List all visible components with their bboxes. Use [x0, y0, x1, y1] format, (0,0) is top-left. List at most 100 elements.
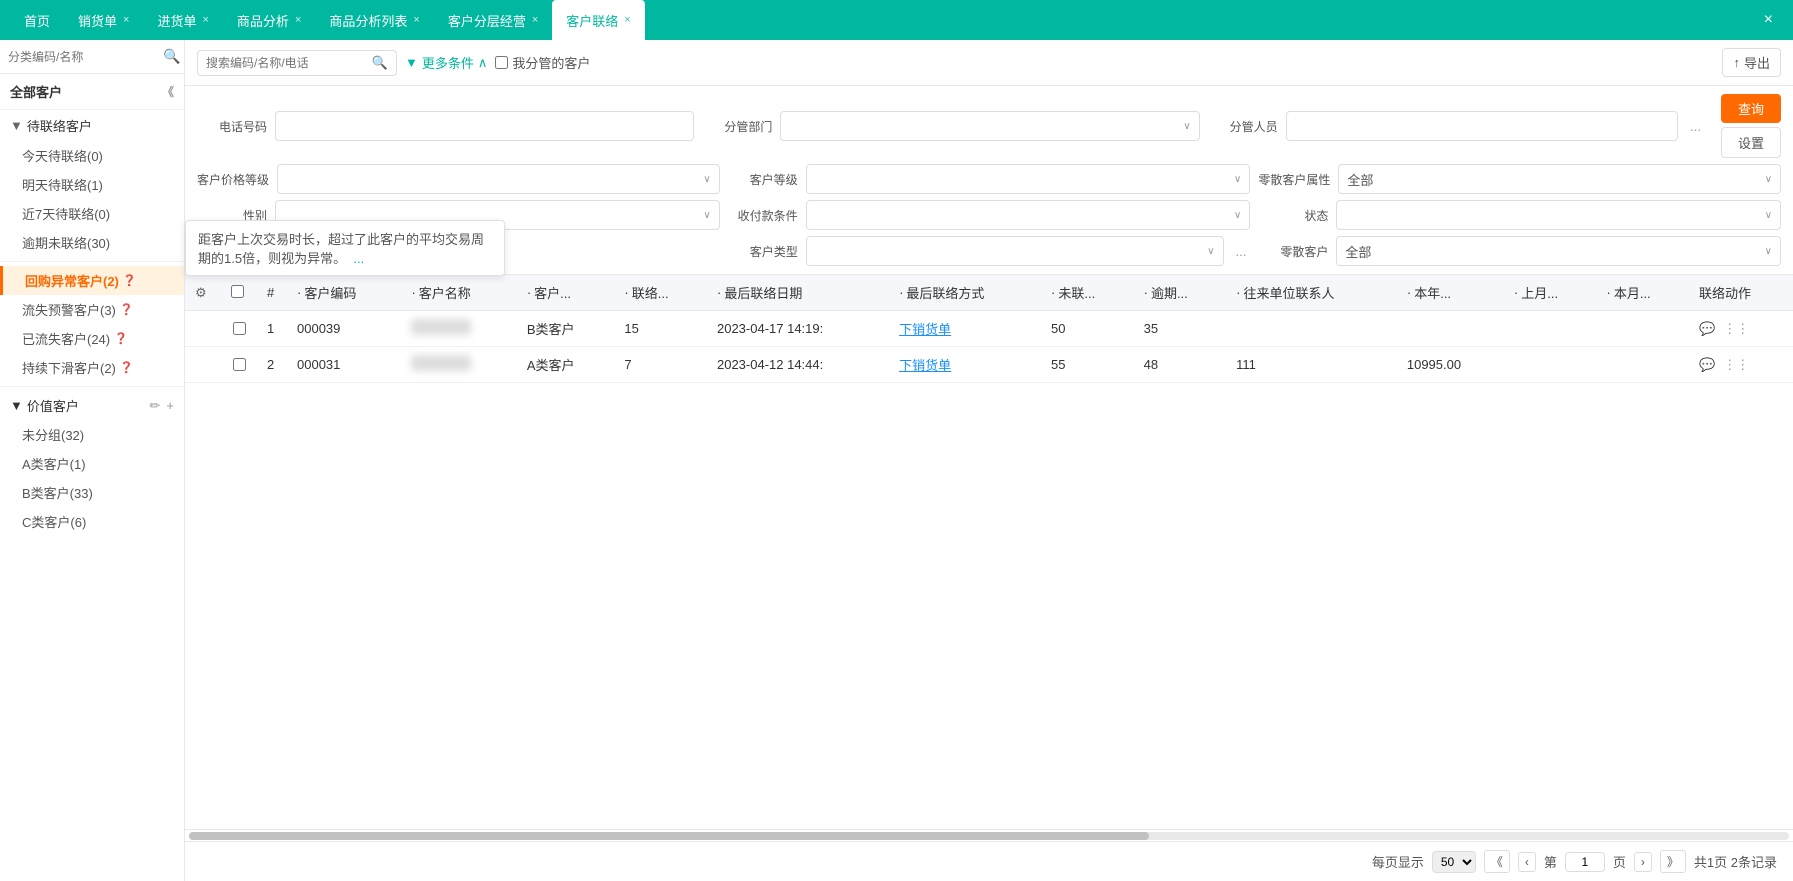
row2-code: 000031	[287, 347, 401, 383]
query-button[interactable]: 查询	[1721, 94, 1781, 123]
nav-home[interactable]: 首页	[10, 0, 64, 40]
close-goods-analysis-list-tab[interactable]: ×	[413, 14, 419, 26]
status-select[interactable]: ∨	[1336, 200, 1781, 230]
close-customer-tiering-tab[interactable]: ×	[532, 14, 538, 26]
chevron-down-icon: ∧	[478, 55, 488, 71]
close-customer-contact-tab[interactable]: ×	[624, 14, 630, 26]
column-settings-icon[interactable]: ⚙	[195, 285, 207, 300]
sidebar-search-icon[interactable]: 🔍	[163, 48, 180, 65]
row2-overdue: 48	[1134, 347, 1227, 383]
value-customers-add-icon[interactable]: +	[166, 398, 174, 414]
last-page-button[interactable]: 》	[1660, 850, 1686, 873]
tooltip-more-link[interactable]: ...	[353, 251, 364, 266]
row2-chat-icon[interactable]: 💬	[1699, 357, 1715, 373]
sidebar-collapse-button[interactable]: 《	[162, 83, 174, 100]
first-page-button[interactable]: 《	[1484, 850, 1510, 873]
help-icon-declining[interactable]: ❓	[120, 361, 134, 374]
my-customers-checkbox[interactable]	[495, 56, 508, 69]
filter-branch-dept: 分管部门 ∨	[702, 111, 1199, 141]
close-purchase-tab[interactable]: ×	[202, 14, 208, 26]
sidebar-item-class-a[interactable]: A类客户(1)	[0, 449, 184, 478]
sidebar-item-repurchase-anomaly[interactable]: 回购异常客户(2) ❓	[0, 266, 184, 295]
nav-purchase[interactable]: 进货单 ×	[143, 0, 222, 40]
sidebar-search-input[interactable]	[8, 50, 163, 64]
help-icon-repurchase[interactable]: ❓	[123, 274, 137, 287]
customer-type-more-icon[interactable]: ...	[1232, 244, 1251, 259]
row1-num: 1	[257, 311, 287, 347]
per-page-select[interactable]: 50	[1432, 851, 1476, 873]
search-icon[interactable]: 🔍	[372, 55, 388, 71]
settings-button[interactable]: 设置	[1721, 127, 1781, 158]
my-customers-checkbox-label[interactable]: 我分管的客户	[495, 53, 590, 72]
scrollbar-thumb[interactable]	[189, 832, 1149, 840]
nav-sales[interactable]: 销货单 ×	[64, 0, 143, 40]
close-goods-analysis-tab[interactable]: ×	[295, 14, 301, 26]
row1-overdue: 35	[1134, 311, 1227, 347]
customer-type-select[interactable]: ∨	[806, 236, 1224, 266]
scrollbar-track[interactable]	[189, 832, 1789, 840]
help-icon-churned[interactable]: ❓	[114, 332, 128, 345]
more-conditions-button[interactable]: ▼ 更多条件 ∧	[405, 53, 487, 72]
filter-price-level: 客户价格等级 ∨	[197, 164, 720, 194]
row1-chat-icon[interactable]: 💬	[1699, 321, 1715, 337]
row1-unreached: 50	[1041, 311, 1134, 347]
next-page-button[interactable]: ›	[1634, 852, 1652, 872]
nav-goods-analysis[interactable]: 商品分析 ×	[223, 0, 315, 40]
sidebar-group-pending[interactable]: ▼ 待联络客户	[0, 110, 184, 141]
prev-page-button[interactable]: ‹	[1518, 852, 1536, 872]
sidebar-value-customers-header[interactable]: ▼ 价值客户 ✏ +	[0, 391, 184, 420]
window-close-button[interactable]: ×	[1754, 11, 1783, 29]
row1-code: 000039	[287, 311, 401, 347]
nav-goods-analysis-list[interactable]: 商品分析列表 ×	[315, 0, 433, 40]
price-level-select[interactable]: ∨	[277, 164, 720, 194]
col-settings[interactable]: ⚙	[185, 275, 221, 311]
export-button[interactable]: ↑ 导出	[1722, 48, 1781, 77]
sidebar-item-ungrouped[interactable]: 未分组(32)	[0, 420, 184, 449]
payment-select[interactable]: ∨	[806, 200, 1251, 230]
row2-more-icon[interactable]: ⋮⋮	[1723, 357, 1749, 373]
table-row: 1 000039 B类客户 15 2023-04-17 14:19: 下销货单 …	[185, 311, 1793, 347]
sidebar-item-class-b[interactable]: B类客户(33)	[0, 478, 184, 507]
price-level-label: 客户价格等级	[197, 171, 269, 188]
sidebar-item-7days[interactable]: 近7天待联络(0)	[0, 199, 184, 228]
row2-name	[401, 347, 516, 383]
sidebar-item-churn-warning[interactable]: 流失预警客户(3) ❓	[0, 295, 184, 324]
row2-company-contact: 111	[1226, 347, 1397, 383]
data-table: ⚙ # · 客户编码	[185, 275, 1793, 383]
row2-checkbox[interactable]	[233, 358, 246, 371]
sidebar-item-class-c[interactable]: C类客户(6)	[0, 507, 184, 536]
horizontal-scrollbar[interactable]	[185, 829, 1793, 841]
nav-customer-contact[interactable]: 客户联络 ×	[552, 0, 644, 40]
help-icon-churn-warning[interactable]: ❓	[120, 303, 134, 316]
page-number-input[interactable]	[1565, 852, 1605, 872]
sidebar-item-tomorrow[interactable]: 明天待联络(1)	[0, 170, 184, 199]
row2-last-method[interactable]: 下销货单	[889, 347, 1041, 383]
select-all-checkbox[interactable]	[231, 285, 244, 298]
row1-checkbox[interactable]	[233, 322, 246, 335]
row1-last-method[interactable]: 下销货单	[889, 311, 1041, 347]
phone-input[interactable]	[275, 111, 694, 141]
branch-person-more-icon[interactable]: ...	[1686, 119, 1705, 134]
row1-this-year	[1397, 311, 1504, 347]
branch-person-select[interactable]	[1286, 111, 1678, 141]
action-buttons: 查询 设置	[1721, 94, 1781, 158]
sidebar-item-today[interactable]: 今天待联络(0)	[0, 141, 184, 170]
value-customers-settings-icon[interactable]: ✏	[150, 398, 161, 414]
filter-payment: 收付款条件 ∨	[728, 200, 1251, 230]
filter-row-1: 电话号码 分管部门 ∨ 分管人员 ... 查询	[197, 94, 1781, 158]
sidebar-item-declining[interactable]: 持续下滑客户(2) ❓	[0, 353, 184, 382]
row1-more-icon[interactable]: ⋮⋮	[1723, 321, 1749, 337]
customer-level-select[interactable]: ∨	[806, 164, 1251, 194]
search-input[interactable]	[206, 56, 368, 70]
sidebar-item-churned[interactable]: 已流失客户(24) ❓	[0, 324, 184, 353]
sidebar-item-overdue[interactable]: 逾期未联络(30)	[0, 228, 184, 257]
retail-customer-select[interactable]: 全部 ∨	[1336, 236, 1781, 266]
retail-attr-select[interactable]: 全部 ∨	[1338, 164, 1781, 194]
filter-customer-type: 客户类型 ∨ ...	[728, 236, 1251, 266]
close-sales-tab[interactable]: ×	[123, 14, 129, 26]
nav-customer-tiering[interactable]: 客户分层经营 ×	[434, 0, 552, 40]
table-row: 2 000031 A类客户 7 2023-04-12 14:44: 下销货单 5…	[185, 347, 1793, 383]
col-this-year: · 本年...	[1397, 275, 1504, 311]
row1-last-date: 2023-04-17 14:19:	[707, 311, 889, 347]
branch-dept-select[interactable]: ∨	[780, 111, 1199, 141]
